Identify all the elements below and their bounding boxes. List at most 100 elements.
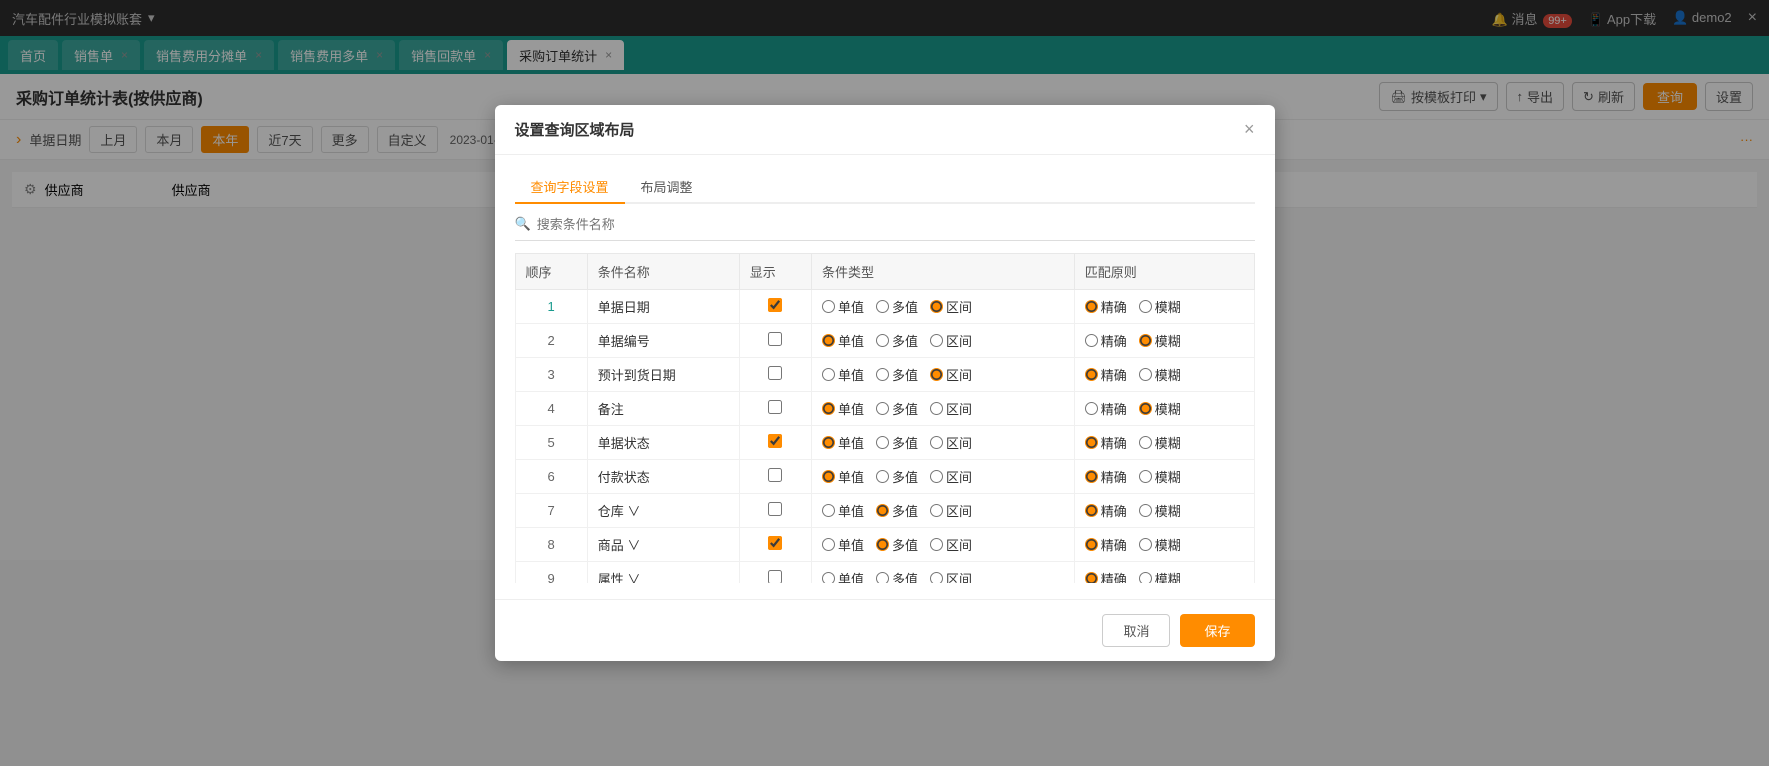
radio-type-range[interactable]: 区间 (930, 569, 972, 583)
row-match-rule: 精确模糊 (1074, 528, 1254, 562)
radio-type-single[interactable]: 单值 (822, 365, 864, 384)
row-order: 4 (515, 392, 587, 426)
radio-match-fuzzy[interactable]: 模糊 (1139, 467, 1181, 486)
radio-match-fuzzy[interactable]: 模糊 (1139, 569, 1181, 583)
row-condition-type: 单值 多值区间 (811, 392, 1074, 426)
radio-match-exact[interactable]: 精确 (1085, 331, 1127, 350)
row-condition-type: 单值多值 区间 (811, 528, 1074, 562)
radio-type-multi[interactable]: 多值 (876, 535, 918, 554)
row-order: 9 (515, 562, 587, 584)
radio-type-single[interactable]: 单值 (822, 433, 864, 452)
radio-match-fuzzy[interactable]: 模糊 (1139, 365, 1181, 384)
radio-type-multi[interactable]: 多值 (876, 433, 918, 452)
radio-match-fuzzy[interactable]: 模糊 (1139, 535, 1181, 554)
radio-type-multi-label: 多值 (892, 569, 918, 583)
display-checkbox[interactable] (768, 570, 782, 583)
radio-type-single[interactable]: 单值 (822, 467, 864, 486)
modal-tab-query-fields[interactable]: 查询字段设置 (515, 171, 625, 204)
radio-type-multi-label: 多值 (892, 297, 918, 316)
table-row: 9属性 ∨单值多值区间精确模糊 (515, 562, 1254, 584)
radio-match-exact[interactable]: 精确 (1085, 399, 1127, 418)
radio-type-single[interactable]: 单值 (822, 535, 864, 554)
radio-type-multi[interactable]: 多值 (876, 501, 918, 520)
display-checkbox[interactable] (768, 400, 782, 414)
radio-type-single-label: 单值 (838, 501, 864, 520)
cancel-button[interactable]: 取消 (1102, 614, 1170, 647)
radio-match-fuzzy[interactable]: 模糊 (1139, 501, 1181, 520)
modal-footer: 取消 保存 (495, 599, 1275, 661)
radio-type-multi[interactable]: 多值 (876, 399, 918, 418)
radio-match-exact[interactable]: 精确 (1085, 501, 1127, 520)
modal-tabs: 查询字段设置 布局调整 (515, 171, 1255, 204)
radio-match-fuzzy[interactable]: 模糊 (1139, 331, 1181, 350)
row-display-cell (739, 460, 811, 494)
table-row: 6付款状态单值多值区间精确模糊 (515, 460, 1254, 494)
radio-type-range[interactable]: 区间 (930, 331, 972, 350)
row-order: 1 (515, 290, 587, 324)
radio-type-range-label: 区间 (946, 331, 972, 350)
radio-type-single[interactable]: 单值 (822, 501, 864, 520)
radio-type-range[interactable]: 区间 (930, 433, 972, 452)
radio-match-exact[interactable]: 精确 (1085, 535, 1127, 554)
radio-match-exact[interactable]: 精确 (1085, 365, 1127, 384)
radio-type-range[interactable]: 区间 (930, 365, 972, 384)
row-display-cell (739, 290, 811, 324)
radio-match-exact[interactable]: 精确 (1085, 297, 1127, 316)
modal-overlay: 设置查询区域布局 × 查询字段设置 布局调整 🔍 顺序 (0, 0, 1769, 766)
config-table-scroll: 顺序 条件名称 显示 条件类型 匹配原则 1单据日期单值多值区间精确模糊2单据编… (515, 253, 1255, 583)
radio-type-multi[interactable]: 多值 (876, 331, 918, 350)
display-checkbox[interactable] (768, 298, 782, 312)
radio-match-exact[interactable]: 精确 (1085, 433, 1127, 452)
radio-match-exact-label: 精确 (1101, 297, 1127, 316)
save-button[interactable]: 保存 (1180, 614, 1254, 647)
radio-match-fuzzy[interactable]: 模糊 (1139, 399, 1181, 418)
row-match-rule: 精确模糊 (1074, 562, 1254, 584)
radio-match-exact[interactable]: 精确 (1085, 467, 1127, 486)
th-name: 条件名称 (587, 254, 739, 290)
display-checkbox[interactable] (768, 366, 782, 380)
radio-type-single[interactable]: 单值 (822, 569, 864, 583)
radio-type-range[interactable]: 区间 (930, 399, 972, 418)
radio-type-multi[interactable]: 多值 (876, 365, 918, 384)
modal-header: 设置查询区域布局 × (495, 105, 1275, 155)
radio-type-range-label: 区间 (946, 365, 972, 384)
display-checkbox[interactable] (768, 502, 782, 516)
display-checkbox[interactable] (768, 468, 782, 482)
row-order: 3 (515, 358, 587, 392)
row-order: 5 (515, 426, 587, 460)
radio-match-exact[interactable]: 精确 (1085, 569, 1127, 583)
display-checkbox[interactable] (768, 536, 782, 550)
radio-match-fuzzy-label: 模糊 (1155, 501, 1181, 520)
radio-type-range[interactable]: 区间 (930, 501, 972, 520)
modal-close-btn[interactable]: × (1244, 119, 1255, 140)
radio-type-range[interactable]: 区间 (930, 467, 972, 486)
row-display-cell (739, 324, 811, 358)
row-condition-name: 仓库 ∨ (587, 494, 739, 528)
radio-match-fuzzy[interactable]: 模糊 (1139, 433, 1181, 452)
radio-type-range[interactable]: 区间 (930, 297, 972, 316)
display-checkbox[interactable] (768, 332, 782, 346)
radio-match-fuzzy-label: 模糊 (1155, 365, 1181, 384)
radio-type-single[interactable]: 单值 (822, 297, 864, 316)
radio-type-multi[interactable]: 多值 (876, 297, 918, 316)
radio-type-multi[interactable]: 多值 (876, 467, 918, 486)
row-match-rule: 精确模糊 (1074, 392, 1254, 426)
search-input[interactable] (537, 217, 737, 232)
radio-type-multi[interactable]: 多值 (876, 569, 918, 583)
radio-match-fuzzy[interactable]: 模糊 (1139, 297, 1181, 316)
display-checkbox[interactable] (768, 434, 782, 448)
radio-type-single[interactable]: 单值 (822, 331, 864, 350)
radio-type-range[interactable]: 区间 (930, 535, 972, 554)
radio-type-single[interactable]: 单值 (822, 399, 864, 418)
radio-type-range-label: 区间 (946, 535, 972, 554)
row-condition-name: 商品 ∨ (587, 528, 739, 562)
radio-type-range-label: 区间 (946, 569, 972, 583)
modal-tab-layout[interactable]: 布局调整 (625, 171, 709, 204)
row-condition-name: 备注 (587, 392, 739, 426)
radio-type-multi-label: 多值 (892, 433, 918, 452)
radio-type-range-label: 区间 (946, 433, 972, 452)
search-bar: 🔍 (515, 216, 1255, 241)
radio-type-multi-label: 多值 (892, 331, 918, 350)
radio-type-single-label: 单值 (838, 297, 864, 316)
radio-type-multi-label: 多值 (892, 399, 918, 418)
